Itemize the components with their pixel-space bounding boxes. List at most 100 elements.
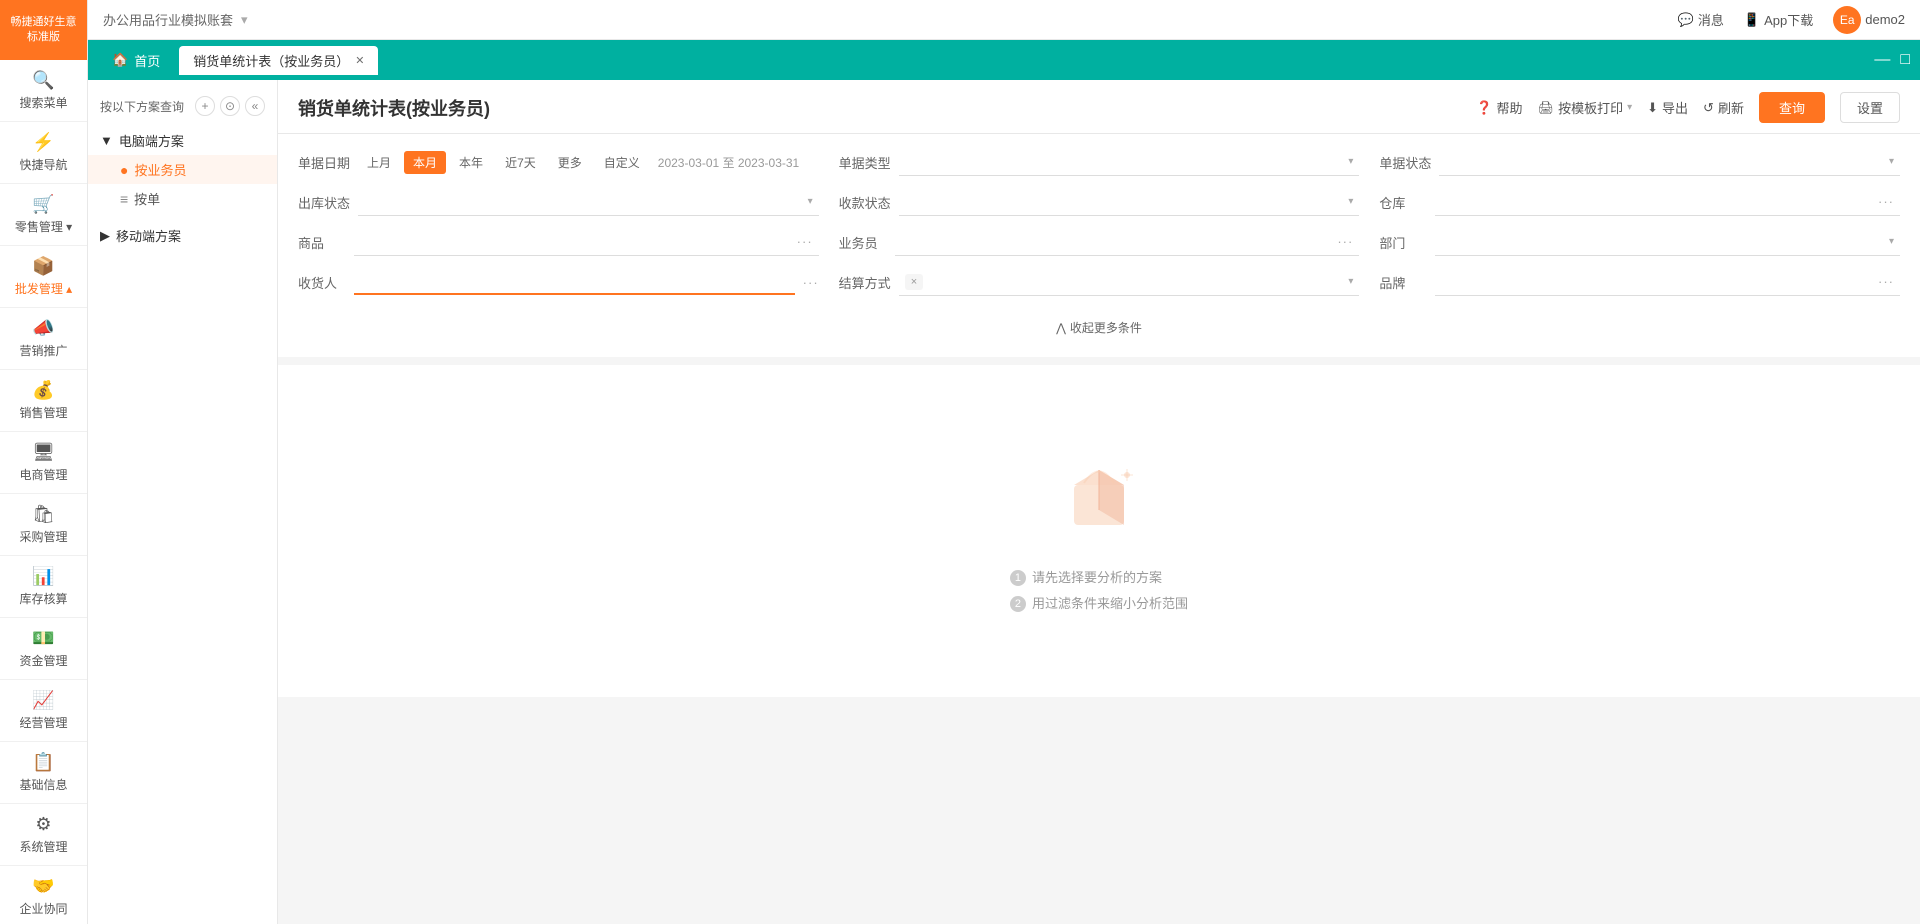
sidebar-item-finance[interactable]: 💵 资金管理 [0,618,87,680]
collapse-panel-button[interactable]: « [245,96,265,116]
brand-dots-icon[interactable]: ··· [1878,274,1894,289]
date-btn-this-month[interactable]: 本月 [404,151,446,174]
goods-select[interactable]: ··· [354,228,819,256]
sidebar-item-label: 零售管理 ▾ [15,218,72,235]
export-button[interactable]: ⬇ 导出 [1647,98,1688,117]
filter-doc-type: 单据类型 ▾ [839,148,1360,176]
sidebar-item-wholesale[interactable]: 📦 批发管理 ▴ [0,246,87,308]
out-status-select[interactable]: ▾ [358,188,819,216]
salesperson-label: 业务员 [839,233,887,252]
tab-close-icon[interactable]: ✕ [355,54,364,67]
sidebar-item-basic[interactable]: 📋 基础信息 [0,742,87,804]
tab-maximize-icon[interactable]: □ [1900,51,1910,69]
salesperson-dots-icon[interactable]: ··· [1337,234,1353,249]
settings-button[interactable]: 设置 [1840,92,1900,123]
receiver-dots-icon[interactable]: ··· [803,275,819,290]
date-btn-more[interactable]: 更多 [549,151,591,174]
refresh-button[interactable]: ↺ 刷新 [1703,98,1744,117]
empty-tip-1: 1 请先选择要分析的方案 [1010,565,1188,591]
message-action[interactable]: 💬 消息 [1678,10,1724,29]
doc-status-select[interactable]: ▾ [1439,148,1900,176]
brand-select[interactable]: ··· [1435,268,1900,296]
main-area: 办公用品行业模拟账套 ▾ 💬 消息 📱 App下载 Ea demo2 🏠 首页 … [88,0,1920,924]
doc-status-chevron-icon: ▾ [1889,156,1894,167]
sidebar-item-label: 快捷导航 [19,156,67,173]
sidebar-item-enterprise[interactable]: 🤝 企业协同 [0,866,87,924]
tab-minimize-icon[interactable]: — [1874,51,1890,69]
collapse-row: ⋀ 收起更多条件 [298,308,1900,343]
sidebar-item-quicknav[interactable]: ⚡ 快捷导航 [0,122,87,184]
tree-group-mobile-title[interactable]: ▶ 移动端方案 [88,221,277,250]
filter-salesperson: 业务员 ··· [839,228,1360,256]
doc-type-select[interactable]: ▾ [899,148,1360,176]
query-button[interactable]: 查询 [1759,92,1825,123]
tip-num-2: 2 [1010,596,1026,612]
sidebar-item-operations[interactable]: 📈 经营管理 [0,680,87,742]
warehouse-dots-icon[interactable]: ··· [1878,194,1894,209]
sidebar-item-search[interactable]: 🔍 搜索菜单 [0,60,87,122]
goods-dots-icon[interactable]: ··· [797,234,813,249]
help-label: 帮助 [1497,98,1523,117]
tab-bar-actions: — □ [1874,51,1910,69]
warehouse-select[interactable]: ··· [1435,188,1900,216]
date-btn-custom[interactable]: 自定义 [595,151,649,174]
app-download-action[interactable]: 📱 App下载 [1744,10,1813,29]
order-icon: ≡ [120,191,128,207]
receipt-status-select[interactable]: ▾ [899,188,1360,216]
left-panel-header: 按以下方案查询 + ⊙ « [88,90,277,122]
app-download-label: App下载 [1764,10,1813,29]
salesperson-select[interactable]: ··· [895,228,1360,256]
refresh-label: 刷新 [1718,98,1744,117]
receiver-label: 收货人 [298,273,346,292]
settlement-select[interactable]: × ▾ [899,268,1360,296]
scheme-settings-button[interactable]: ⊙ [220,96,240,116]
date-btn-this-year[interactable]: 本年 [450,151,492,174]
search-icon: 🔍 [32,70,54,91]
sidebar-item-sales[interactable]: 💰 销售管理 [0,370,87,432]
tree-child-salesperson-label: 按业务员 [134,160,186,179]
date-btn-last-month[interactable]: 上月 [358,151,400,174]
date-range-text: 2023-03-01 至 2023-03-31 [658,154,799,171]
template-print-button[interactable]: 🖨 按模板打印 ▾ [1538,98,1633,117]
sidebar-item-inventory[interactable]: 📊 库存核算 [0,556,87,618]
username-label: demo2 [1865,12,1905,27]
top-header: 办公用品行业模拟账套 ▾ 💬 消息 📱 App下载 Ea demo2 [88,0,1920,40]
date-quick-select: 上月 本月 本年 近7天 更多 自定义 2023-03-01 至 2023-03… [358,151,819,174]
system-icon: ⚙ [35,814,51,835]
add-scheme-button[interactable]: + [195,96,215,116]
sidebar-item-purchase[interactable]: 🛍 采购管理 [0,494,87,556]
chevron-down-icon[interactable]: ▾ [241,12,248,28]
tree-child-by-salesperson[interactable]: ● 按业务员 [88,155,277,184]
user-action[interactable]: Ea demo2 [1833,6,1905,34]
app-download-icon: 📱 [1744,12,1760,28]
department-select[interactable]: ▾ [1435,228,1900,256]
tree-child-by-order[interactable]: ≡ 按单 [88,184,277,213]
sidebar-item-label: 经营管理 [19,714,67,731]
quicknav-icon: ⚡ [32,132,54,153]
inventory-icon: 📊 [32,566,54,587]
sidebar-item-marketing[interactable]: 📣 营销推广 [0,308,87,370]
print-icon: 🖨 [1538,100,1555,116]
tip-text-2: 用过滤条件来缩小分析范围 [1032,591,1188,617]
help-button[interactable]: ❓ 帮助 [1476,98,1522,117]
department-label: 部门 [1379,233,1427,252]
receiver-input[interactable] [354,270,795,295]
tab-sales-report[interactable]: 销货单统计表（按业务员） ✕ [179,46,378,75]
sidebar-item-system[interactable]: ⚙ 系统管理 [0,804,87,866]
sidebar-item-retail[interactable]: 🛒 零售管理 ▾ [0,184,87,246]
collapse-button[interactable]: ⋀ 收起更多条件 [1046,316,1152,339]
filter-department: 部门 ▾ [1379,228,1900,256]
tree-group-desktop: ▼ 电脑端方案 ● 按业务员 ≡ 按单 [88,122,277,217]
tree-group-desktop-label: 电脑端方案 [119,131,184,150]
doc-type-chevron-icon: ▾ [1348,156,1353,167]
page-wrapper: 按以下方案查询 + ⊙ « ▼ 电脑端方案 ● 按业务员 ≡ 按 [88,80,1920,924]
right-content: 销货单统计表(按业务员) ❓ 帮助 🖨 按模板打印 ▾ ⬇ 导出 [278,80,1920,924]
sidebar-item-ecommerce[interactable]: 🖥 电商管理 [0,432,87,494]
tab-home[interactable]: 🏠 首页 [98,46,174,75]
filter-section: 单据日期 上月 本月 本年 近7天 更多 自定义 2023-03-01 至 20… [278,134,1920,357]
date-btn-last-7days[interactable]: 近7天 [496,151,545,174]
tree-group-desktop-title[interactable]: ▼ 电脑端方案 [88,126,277,155]
retail-icon: 🛒 [32,194,54,215]
settlement-tag-x[interactable]: × [911,276,917,288]
sidebar-item-label: 企业协同 [19,900,67,917]
